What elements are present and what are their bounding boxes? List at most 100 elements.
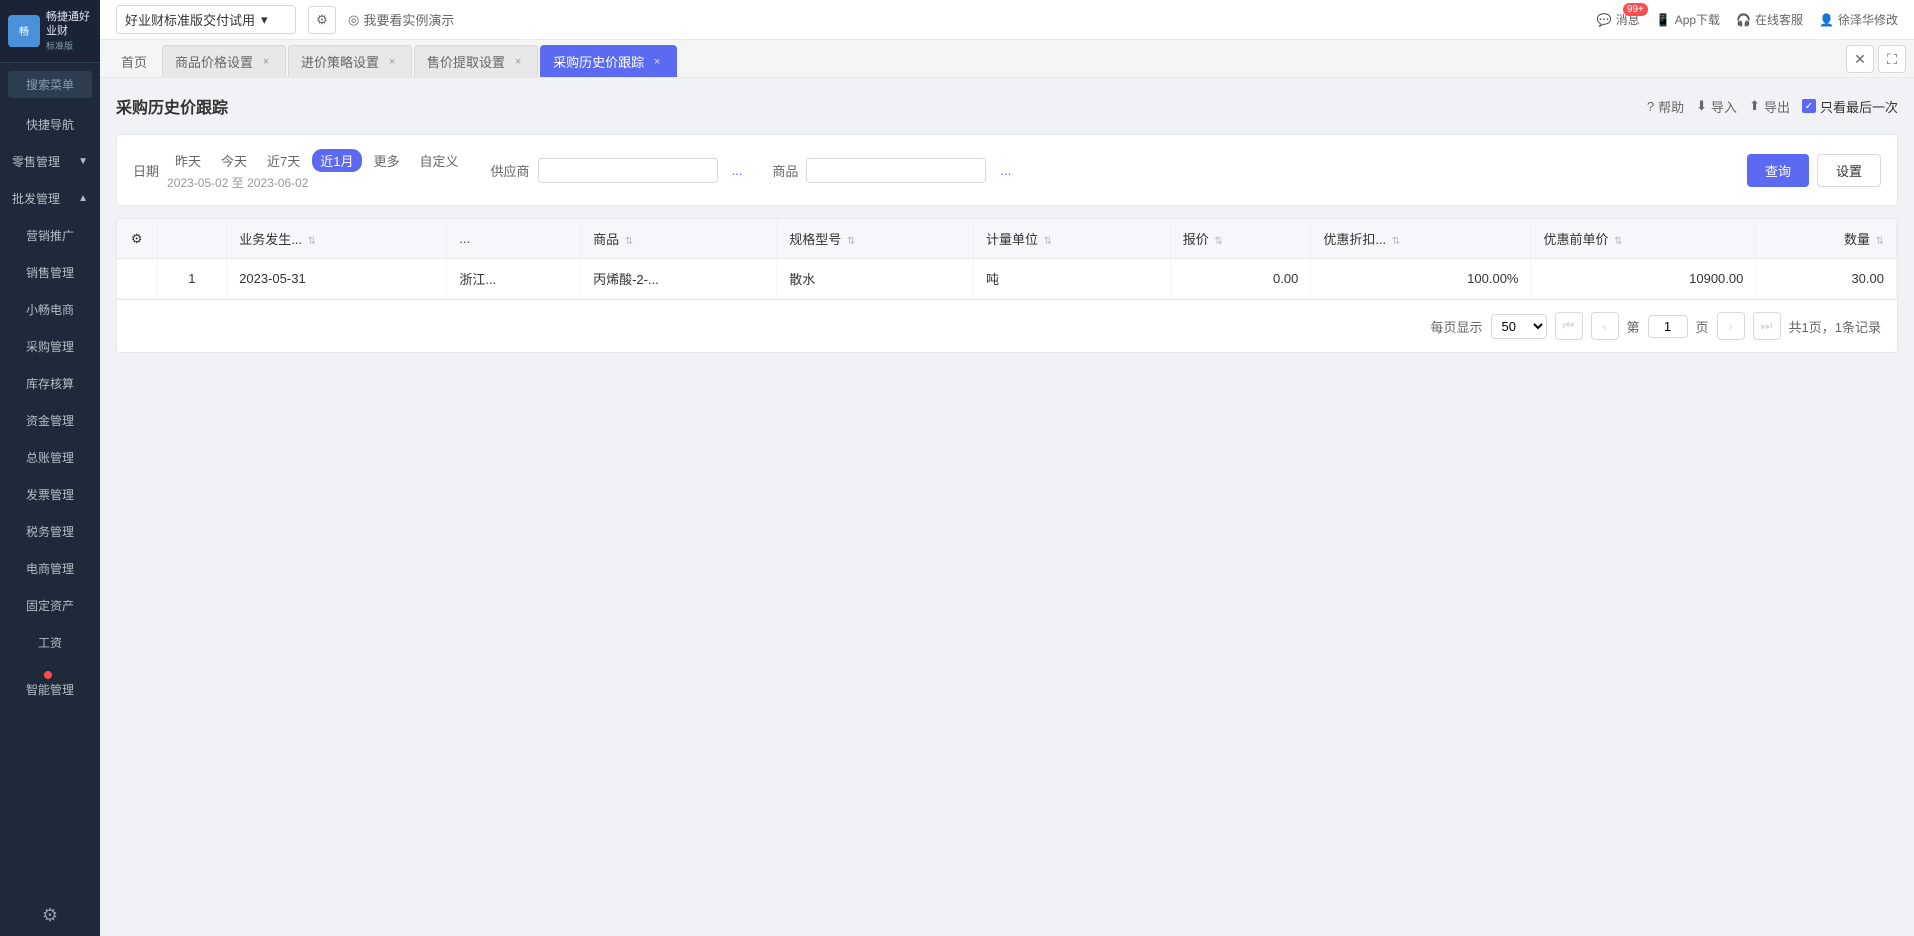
- export-button[interactable]: ⬆ 导出: [1749, 97, 1790, 116]
- topbar-settings-button[interactable]: ⚙: [308, 6, 336, 34]
- th-product[interactable]: 商品 ⇅: [581, 219, 777, 259]
- tab-purchase-strategy-close[interactable]: ×: [385, 55, 399, 69]
- page-content: 采购历史价跟踪 ? 帮助 ⬇ 导入 ⬆ 导出 ✓ 只看最后一次: [100, 78, 1914, 936]
- th-date-label: 业务发生... ⇅: [239, 232, 316, 247]
- tab-price[interactable]: 商品价格设置 ×: [162, 45, 286, 77]
- service-label: 在线客服: [1755, 11, 1803, 28]
- import-button[interactable]: ⬇ 导入: [1696, 97, 1737, 116]
- demo-button[interactable]: ◎ 我要看实例演示: [348, 10, 454, 29]
- sidebar-item-purchase[interactable]: 采购管理: [0, 328, 100, 365]
- settings-button[interactable]: 设置: [1817, 154, 1881, 187]
- tab-purchase-history[interactable]: 采购历史价跟踪 ×: [540, 45, 677, 77]
- sidebar-item-quick-nav: 快捷导航: [0, 106, 100, 143]
- th-spec[interactable]: 规格型号 ⇅: [777, 219, 974, 259]
- sidebar-item-assets[interactable]: 固定资产: [0, 587, 100, 624]
- gear-button[interactable]: ⚙: [42, 905, 58, 926]
- tab-close-button[interactable]: ✕: [1846, 45, 1874, 73]
- th-discount[interactable]: 优惠折扣... ⇅: [1311, 219, 1531, 259]
- help-icon: ?: [1647, 99, 1654, 114]
- sidebar-item-wholesale[interactable]: 批发管理 ▲: [0, 180, 100, 217]
- date-option-more[interactable]: 更多: [366, 149, 408, 172]
- date-option-1month[interactable]: 近1月: [312, 149, 361, 172]
- sidebar-item-ecommerce-small[interactable]: 小畅电商: [0, 291, 100, 328]
- query-button[interactable]: 查询: [1747, 154, 1809, 187]
- tab-bar: 首页 商品价格设置 × 进价策略设置 × 售价提取设置 × 采购历史价跟踪 × …: [100, 40, 1914, 78]
- version-text: 好业财标准版交付试用: [125, 10, 255, 29]
- last-page-button[interactable]: ⏭: [1753, 312, 1781, 340]
- supplier-input[interactable]: [538, 158, 718, 183]
- th-more[interactable]: ...: [447, 219, 581, 259]
- th-pre-discount-price[interactable]: 优惠前单价 ⇅: [1531, 219, 1756, 259]
- sidebar-item-account[interactable]: 总账管理: [0, 439, 100, 476]
- tab-purchase-strategy[interactable]: 进价策略设置 ×: [288, 45, 412, 77]
- chevron-down-icon: ▾: [261, 12, 268, 28]
- sidebar-item-finance[interactable]: 资金管理: [0, 402, 100, 439]
- next-page-button[interactable]: ›: [1717, 312, 1745, 340]
- page-label: 第: [1627, 317, 1640, 336]
- settings-icon: ⚙: [316, 12, 328, 28]
- user-button[interactable]: 👤 徐泽华修改: [1819, 11, 1898, 28]
- per-page-select[interactable]: 50 10 20 100: [1491, 314, 1547, 339]
- prev-page-button[interactable]: ‹: [1591, 312, 1619, 340]
- th-quantity[interactable]: 数量 ⇅: [1756, 219, 1897, 259]
- td-quantity: 30.00: [1756, 259, 1897, 299]
- th-date[interactable]: 业务发生... ⇅: [227, 219, 447, 259]
- service-button[interactable]: 🎧 在线客服: [1736, 11, 1803, 28]
- table-header-row: ⚙ 业务发生... ⇅ ... 商品 ⇅ 规格型号 ⇅ 计量单位 ⇅ 报价 ⇅ …: [117, 219, 1897, 259]
- tab-maximize-button[interactable]: ⛶: [1878, 45, 1906, 73]
- sidebar-item-tax[interactable]: 税务管理: [0, 513, 100, 550]
- sidebar-item-sales[interactable]: 销售管理: [0, 254, 100, 291]
- date-option-yesterday[interactable]: 昨天: [167, 149, 209, 172]
- supplier-filter: 供应商 ...: [491, 158, 749, 183]
- page-header: 采购历史价跟踪 ? 帮助 ⬇ 导入 ⬆ 导出 ✓ 只看最后一次: [116, 94, 1898, 118]
- th-gear[interactable]: ⚙: [117, 219, 157, 259]
- search-menu-button[interactable]: 搜索菜单: [8, 71, 92, 98]
- messages-badge: 99+: [1623, 3, 1648, 16]
- logo-title: 畅捷通好业财: [46, 10, 92, 39]
- date-option-today[interactable]: 今天: [213, 149, 255, 172]
- product-label: 商品: [772, 161, 798, 180]
- date-option-custom[interactable]: 自定义: [412, 149, 467, 172]
- sidebar-item-retail[interactable]: 零售管理 ▼: [0, 143, 100, 180]
- tab-sale-price[interactable]: 售价提取设置 ×: [414, 45, 538, 77]
- sidebar-item-salary[interactable]: 工资: [0, 624, 100, 661]
- tab-price-close[interactable]: ×: [259, 55, 273, 69]
- help-button[interactable]: ? 帮助: [1647, 97, 1684, 116]
- td-date: 2023-05-31: [227, 259, 447, 299]
- tab-home[interactable]: 首页: [108, 45, 160, 77]
- logo-badge: 标准版: [46, 39, 92, 52]
- sidebar-gear[interactable]: ⚙: [0, 895, 100, 936]
- sidebar-item-ecommerce[interactable]: 电商管理: [0, 550, 100, 587]
- supplier-dots[interactable]: ...: [726, 159, 749, 182]
- tab-purchase-history-close[interactable]: ×: [650, 55, 664, 69]
- only-last-checkbox[interactable]: ✓ 只看最后一次: [1802, 97, 1898, 116]
- sidebar-search[interactable]: 搜索菜单: [0, 63, 100, 106]
- sidebar-item-invoice[interactable]: 发票管理: [0, 476, 100, 513]
- wholesale-arrow: ▲: [78, 193, 88, 204]
- td-gear: [117, 259, 157, 299]
- product-input[interactable]: [806, 158, 986, 183]
- th-price[interactable]: 报价 ⇅: [1170, 219, 1311, 259]
- first-page-button[interactable]: ⏮: [1555, 312, 1583, 340]
- sidebar-item-marketing[interactable]: 营销推广: [0, 217, 100, 254]
- page-input[interactable]: [1648, 315, 1688, 338]
- retail-arrow: ▼: [78, 156, 88, 167]
- user-label: 徐泽华修改: [1838, 11, 1898, 28]
- date-option-7days[interactable]: 近7天: [259, 149, 308, 172]
- user-icon: 👤: [1819, 13, 1834, 27]
- page-actions: ? 帮助 ⬇ 导入 ⬆ 导出 ✓ 只看最后一次: [1647, 97, 1898, 116]
- messages-button[interactable]: 💬 消息 99+: [1597, 11, 1640, 28]
- th-unit[interactable]: 计量单位 ⇅: [973, 219, 1170, 259]
- app-download-button[interactable]: 📱 App下载: [1656, 11, 1720, 28]
- sidebar-item-inventory[interactable]: 库存核算: [0, 365, 100, 402]
- td-supplier: 浙江...: [447, 259, 581, 299]
- tabs-actions: ✕ ⛶: [1846, 45, 1906, 77]
- sidebar-item-smart[interactable]: 智能管理: [0, 661, 100, 708]
- tab-sale-price-label: 售价提取设置: [427, 52, 505, 71]
- demo-label: 我要看实例演示: [363, 10, 454, 29]
- product-dots[interactable]: ...: [994, 159, 1017, 182]
- tab-sale-price-close[interactable]: ×: [511, 55, 525, 69]
- sidebar: 畅 畅捷通好业财 标准版 搜索菜单 快捷导航 零售管理 ▼ 批发管理 ▲ 营销推…: [0, 0, 100, 936]
- version-selector[interactable]: 好业财标准版交付试用 ▾: [116, 5, 296, 34]
- td-index: 1: [157, 259, 227, 299]
